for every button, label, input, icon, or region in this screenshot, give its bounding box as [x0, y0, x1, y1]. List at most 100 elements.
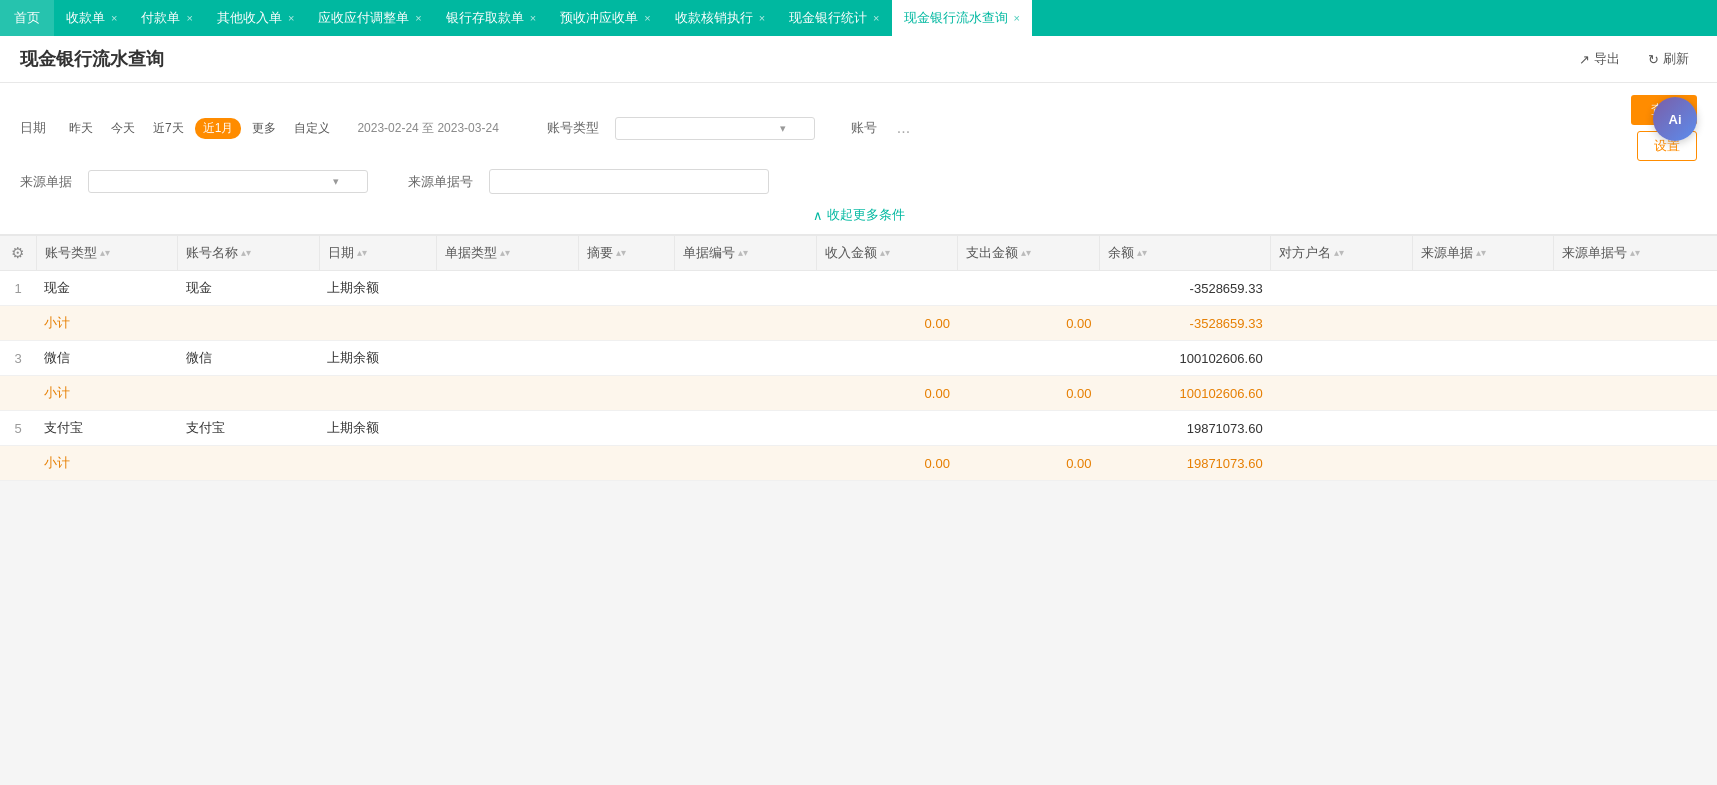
col-header-date[interactable]: 日期▴▾	[319, 236, 436, 271]
cell-settings	[0, 446, 36, 481]
source-doc-label: 来源单据	[20, 173, 72, 191]
top-nav: 首页 收款单×付款单×其他收入单×应收应付调整单×银行存取款单×预收冲应收单×收…	[0, 0, 1717, 36]
cell-counterpart	[1271, 411, 1413, 446]
nav-tab-7[interactable]: 现金银行统计 ×	[777, 0, 891, 36]
source-doc-select[interactable]: ▾	[88, 170, 368, 193]
cell-doc_type	[437, 306, 579, 341]
nav-tab-0[interactable]: 收款单×	[54, 0, 129, 36]
cell-account_name	[178, 446, 320, 481]
cell-source_doc	[1412, 446, 1554, 481]
date-opt-4[interactable]: 更多	[245, 118, 283, 139]
date-options: 昨天今天近7天近1月更多自定义	[62, 118, 337, 139]
col-header-balance[interactable]: 余额▴▾	[1099, 236, 1270, 271]
nav-tab-1[interactable]: 付款单×	[129, 0, 204, 36]
account-type-label: 账号类型	[547, 119, 599, 137]
nav-tab-close-0[interactable]: ×	[111, 12, 117, 24]
date-opt-2[interactable]: 近7天	[146, 118, 191, 139]
cell-expense: 0.00	[958, 306, 1100, 341]
col-header-expense[interactable]: 支出金额▴▾	[958, 236, 1100, 271]
date-opt-5[interactable]: 自定义	[287, 118, 337, 139]
cell-income: 0.00	[816, 306, 958, 341]
cell-balance: 19871073.60	[1099, 411, 1270, 446]
date-opt-3[interactable]: 近1月	[195, 118, 242, 139]
cell-counterpart	[1271, 446, 1413, 481]
table-row: 5支付宝支付宝上期余额19871073.60	[0, 411, 1717, 446]
col-header-source_doc_no[interactable]: 来源单据号▴▾	[1554, 236, 1717, 271]
source-doc-no-input[interactable]	[489, 169, 769, 194]
nav-tab-close-7[interactable]: ×	[873, 12, 879, 24]
sort-icon-counterpart: ▴▾	[1334, 248, 1344, 258]
col-label-source_doc_no: 来源单据号	[1562, 244, 1627, 262]
cell-summary	[578, 446, 675, 481]
sort-icon-expense: ▴▾	[1021, 248, 1031, 258]
date-opt-1[interactable]: 今天	[104, 118, 142, 139]
nav-tab-6[interactable]: 收款核销执行×	[663, 0, 777, 36]
col-header-doc_type[interactable]: 单据类型▴▾	[437, 236, 579, 271]
refresh-label: 刷新	[1663, 50, 1689, 68]
col-header-account_type[interactable]: 账号类型▴▾	[36, 236, 178, 271]
export-button[interactable]: ↗ 导出	[1571, 46, 1628, 72]
col-header-income[interactable]: 收入金额▴▾	[816, 236, 958, 271]
cell-summary	[578, 271, 675, 306]
cell-source_doc_no	[1554, 306, 1717, 341]
sort-icon-income: ▴▾	[880, 248, 890, 258]
table-settings-icon[interactable]: ⚙	[11, 244, 24, 261]
cell-expense	[958, 411, 1100, 446]
cell-summary	[578, 306, 675, 341]
table-header: ⚙账号类型▴▾账号名称▴▾日期▴▾单据类型▴▾摘要▴▾单据编号▴▾收入金额▴▾支…	[0, 236, 1717, 271]
table-row: 1现金现金上期余额-3528659.33	[0, 271, 1717, 306]
cell-account_type: 小计	[36, 306, 178, 341]
nav-tab-label-7: 现金银行统计	[789, 9, 867, 27]
table-area: ⚙账号类型▴▾账号名称▴▾日期▴▾单据类型▴▾摘要▴▾单据编号▴▾收入金额▴▾支…	[0, 235, 1717, 481]
col-header-counterpart[interactable]: 对方户名▴▾	[1271, 236, 1413, 271]
nav-tab-4[interactable]: 银行存取款单×	[434, 0, 548, 36]
col-header-summary[interactable]: 摘要▴▾	[578, 236, 675, 271]
cell-counterpart	[1271, 341, 1413, 376]
account-ellipsis-button[interactable]: ...	[893, 115, 914, 141]
col-header-account_name[interactable]: 账号名称▴▾	[178, 236, 320, 271]
sort-icon-date: ▴▾	[357, 248, 367, 258]
nav-tab-close-6[interactable]: ×	[759, 12, 765, 24]
nav-tab-close-3[interactable]: ×	[415, 12, 421, 24]
cell-source_doc	[1412, 411, 1554, 446]
date-label: 日期	[20, 119, 46, 137]
col-header-source_doc[interactable]: 来源单据▴▾	[1412, 236, 1554, 271]
nav-tab-2[interactable]: 其他收入单×	[205, 0, 306, 36]
nav-tab-8[interactable]: 现金银行流水查询 ×	[892, 0, 1032, 36]
nav-tab-close-8[interactable]: ×	[1014, 12, 1020, 24]
nav-tab-close-2[interactable]: ×	[288, 12, 294, 24]
filter-row-2: 来源单据 ▾ 来源单据号	[20, 169, 1697, 194]
collapse-label: 收起更多条件	[827, 206, 905, 224]
collapse-bar[interactable]: ∧ 收起更多条件	[20, 202, 1697, 226]
nav-tab-3[interactable]: 应收应付调整单×	[306, 0, 433, 36]
ai-badge-button[interactable]: Ai	[1653, 97, 1697, 141]
cell-account_name: 微信	[178, 341, 320, 376]
cell-source_doc_no	[1554, 341, 1717, 376]
col-label-income: 收入金额	[825, 244, 877, 262]
nav-tab-close-1[interactable]: ×	[186, 12, 192, 24]
cell-income: 0.00	[816, 376, 958, 411]
col-label-account_name: 账号名称	[186, 244, 238, 262]
cell-doc_no	[675, 341, 817, 376]
col-header-doc_no[interactable]: 单据编号▴▾	[675, 236, 817, 271]
account-type-select[interactable]: ▾	[615, 117, 815, 140]
ai-label: Ai	[1669, 112, 1682, 127]
nav-tab-5[interactable]: 预收冲应收单×	[548, 0, 662, 36]
cell-balance: 19871073.60	[1099, 446, 1270, 481]
cell-source_doc	[1412, 271, 1554, 306]
nav-home[interactable]: 首页	[0, 0, 54, 36]
cell-balance: 100102606.60	[1099, 341, 1270, 376]
nav-tab-close-5[interactable]: ×	[644, 12, 650, 24]
cell-expense: 0.00	[958, 446, 1100, 481]
date-opt-0[interactable]: 昨天	[62, 118, 100, 139]
nav-tab-close-4[interactable]: ×	[530, 12, 536, 24]
cell-balance: -3528659.33	[1099, 271, 1270, 306]
cell-source_doc	[1412, 306, 1554, 341]
cell-date	[319, 376, 436, 411]
refresh-button[interactable]: ↻ 刷新	[1640, 46, 1697, 72]
sort-icon-source_doc_no: ▴▾	[1630, 248, 1640, 258]
cell-source_doc_no	[1554, 446, 1717, 481]
cell-income	[816, 341, 958, 376]
nav-tab-label-8: 现金银行流水查询	[904, 9, 1008, 27]
cell-date: 上期余额	[319, 411, 436, 446]
